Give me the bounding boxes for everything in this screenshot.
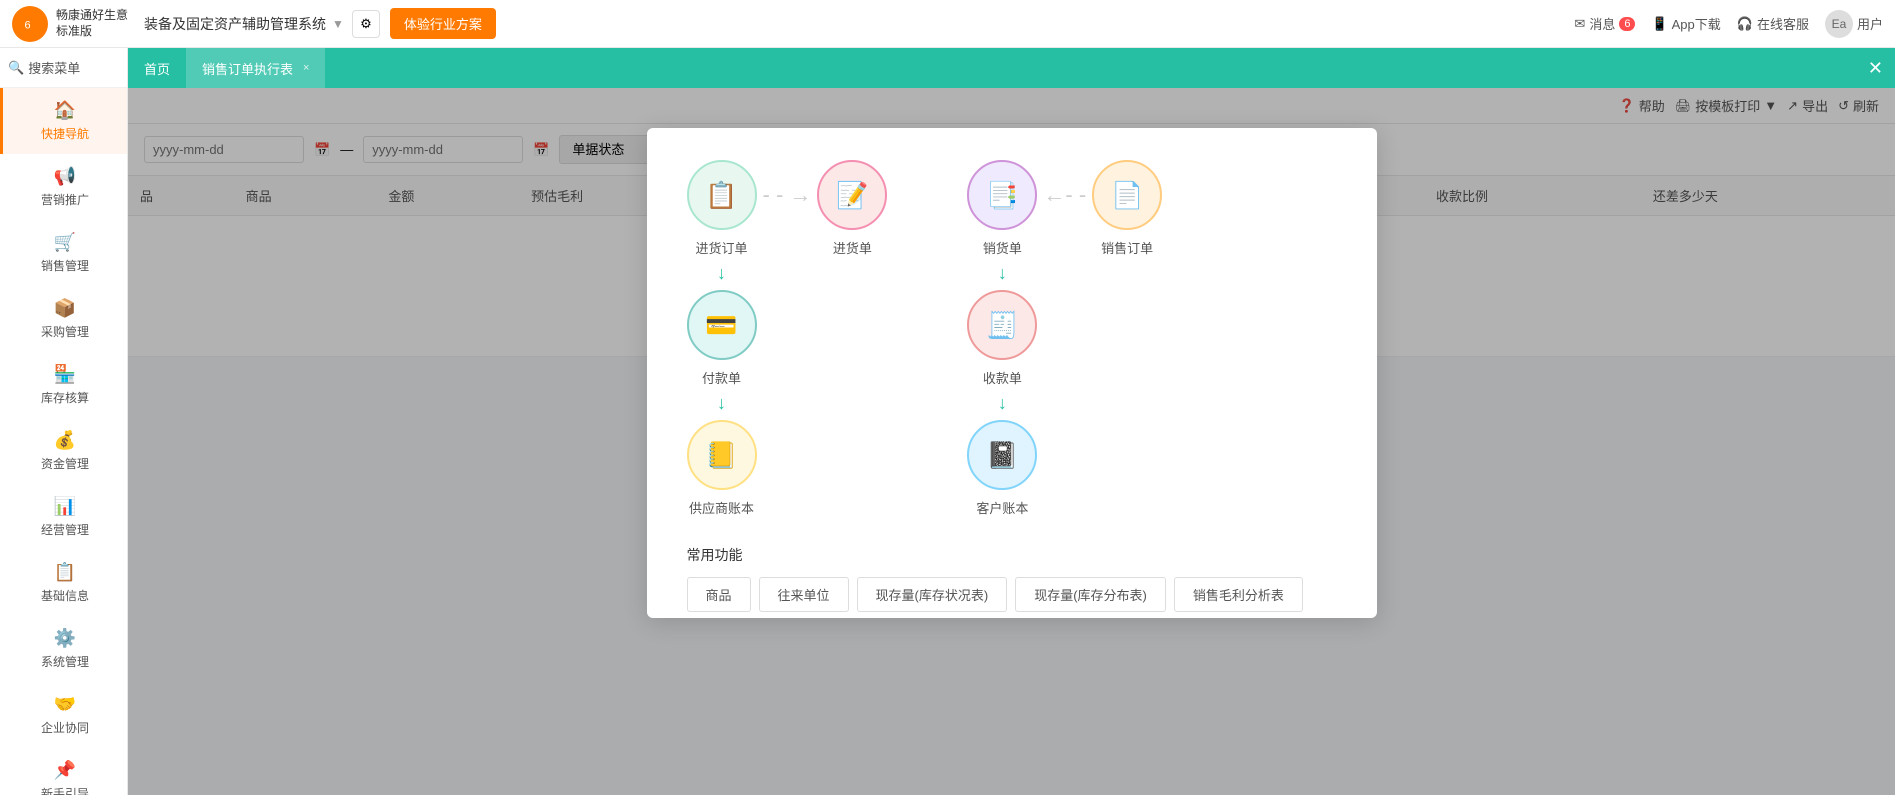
flow-node-customer-ledger: 📓 客户账本 <box>967 420 1037 517</box>
app-wrapper: 6 畅康通好生意 标准版 装备及固定资产辅助管理系统 ▼ ⚙ 体验行业方案 ✉ … <box>0 0 1895 795</box>
finance-icon: 💰 <box>54 430 76 451</box>
sidebar-item-sales[interactable]: 🛒 销售管理 <box>0 220 127 286</box>
sidebar-item-inventory[interactable]: 🏪 库存核算 <box>0 352 127 418</box>
modal: 📋 进货订单 ↓ 💳 <box>647 128 1377 618</box>
title-arrow-icon: ▼ <box>332 17 344 31</box>
modal-content: 📋 进货订单 ↓ 💳 <box>647 128 1377 618</box>
btn-stock-status[interactable]: 现存量(库存状况表) <box>857 577 1008 612</box>
common-functions-title: 常用功能 <box>687 545 1337 565</box>
phone-icon: 📱 <box>1651 16 1667 32</box>
top-bar: 6 畅康通好生意 标准版 装备及固定资产辅助管理系统 ▼ ⚙ 体验行业方案 ✉ … <box>0 0 1895 48</box>
modal-overlay: 📋 进货订单 ↓ 💳 <box>128 88 1895 795</box>
gear-button[interactable]: ⚙ <box>352 10 380 38</box>
flow-diagram: 📋 进货订单 ↓ 💳 <box>687 160 1337 517</box>
tab-home[interactable]: 首页 <box>128 48 186 88</box>
system-icon: ⚙️ <box>54 628 76 649</box>
sidebar: 🔍 搜索菜单 🏠 快捷导航 📢 营销推广 🛒 销售管理 📦 采购管理 🏪 <box>0 48 128 795</box>
btn-sales-gross[interactable]: 销售毛利分析表 <box>1174 577 1303 612</box>
common-functions-section: 常用功能 商品 往来单位 现存量(库存状况表) 现存量(库存分布表) 销售毛利分… <box>687 545 1337 618</box>
operations-icon: 📊 <box>54 496 76 517</box>
message-badge: 6 <box>1619 17 1635 31</box>
flow-node-purchase-receipt: 📝 进货单 <box>817 160 887 257</box>
purchase-icon: 📦 <box>54 298 76 319</box>
logo-icon: 6 <box>12 6 48 42</box>
btn-contacts[interactable]: 往来单位 <box>759 577 849 612</box>
sidebar-item-quick-nav[interactable]: 🏠 快捷导航 <box>0 88 127 154</box>
home-icon: 🏠 <box>54 100 76 121</box>
flow-node-payment: 💳 付款单 <box>687 290 757 387</box>
tab-bar: 首页 销售订单执行表 × ✕ <box>128 48 1895 88</box>
tab-sales-order[interactable]: 销售订单执行表 × <box>186 48 325 88</box>
marketing-icon: 📢 <box>54 166 76 187</box>
app-download-button[interactable]: 📱 App下载 <box>1651 14 1720 33</box>
flow-node-receipt: 🧾 收款单 <box>967 290 1037 387</box>
sidebar-item-marketing[interactable]: 📢 营销推广 <box>0 154 127 220</box>
common-buttons: 商品 往来单位 现存量(库存状况表) 现存量(库存分布表) 销售毛利分析表 商品… <box>687 577 1337 618</box>
logo-text: 畅康通好生意 标准版 <box>56 8 128 39</box>
main-area: 🔍 搜索菜单 🏠 快捷导航 📢 营销推广 🛒 销售管理 📦 采购管理 🏪 <box>0 48 1895 795</box>
user-menu[interactable]: Ea 用户 <box>1825 10 1883 38</box>
flow-node-supplier-ledger: 📒 供应商账本 <box>687 420 757 517</box>
avatar: Ea <box>1825 10 1853 38</box>
search-icon: 🔍 <box>8 60 24 76</box>
svg-text:6: 6 <box>25 19 31 31</box>
system-title: 装备及固定资产辅助管理系统 ▼ <box>144 14 344 34</box>
sidebar-item-operations[interactable]: 📊 经营管理 <box>0 484 127 550</box>
top-right: ✉ 消息 6 📱 App下载 🎧 在线客服 Ea 用户 <box>1574 10 1883 38</box>
content-area: 首页 销售订单执行表 × ✕ ❓ 帮助 <box>128 48 1895 795</box>
search-menu[interactable]: 🔍 搜索菜单 <box>0 48 127 88</box>
message-button[interactable]: ✉ 消息 6 <box>1574 14 1635 33</box>
base-info-icon: 📋 <box>54 562 76 583</box>
collab-icon: 🤝 <box>54 694 76 715</box>
sidebar-item-newbie[interactable]: 📌 新手引导 <box>0 748 127 795</box>
btn-stock-dist[interactable]: 现存量(库存分布表) <box>1015 577 1166 612</box>
newbie-icon: 📌 <box>54 760 76 781</box>
headset-icon: 🎧 <box>1737 16 1753 32</box>
tab-close-all-button[interactable]: ✕ <box>1868 58 1883 79</box>
message-icon: ✉ <box>1574 16 1585 32</box>
sidebar-item-purchase[interactable]: 📦 采购管理 <box>0 286 127 352</box>
sidebar-item-system[interactable]: ⚙️ 系统管理 <box>0 616 127 682</box>
logo-area: 6 畅康通好生意 标准版 <box>12 6 140 42</box>
sidebar-item-finance[interactable]: 💰 资金管理 <box>0 418 127 484</box>
sales-icon: 🛒 <box>54 232 76 253</box>
page-content: ❓ 帮助 🖨 按模板打印 ▼ ↗ 导出 ↺ <box>128 88 1895 795</box>
flow-node-sales-order: 📄 销售订单 <box>1092 160 1162 257</box>
sidebar-item-base-info[interactable]: 📋 基础信息 <box>0 550 127 616</box>
experience-button[interactable]: 体验行业方案 <box>390 8 496 39</box>
flow-node-purchase-order: 📋 进货订单 <box>687 160 757 257</box>
btn-product[interactable]: 商品 <box>687 577 751 612</box>
sidebar-item-collab[interactable]: 🤝 企业协同 <box>0 682 127 748</box>
system-name: 装备及固定资产辅助管理系统 <box>144 14 326 34</box>
inventory-icon: 🏪 <box>54 364 76 385</box>
flow-node-sales-receipt: 📑 销货单 <box>967 160 1037 257</box>
online-service-button[interactable]: 🎧 在线客服 <box>1737 14 1809 33</box>
tab-close-icon[interactable]: × <box>303 62 309 74</box>
